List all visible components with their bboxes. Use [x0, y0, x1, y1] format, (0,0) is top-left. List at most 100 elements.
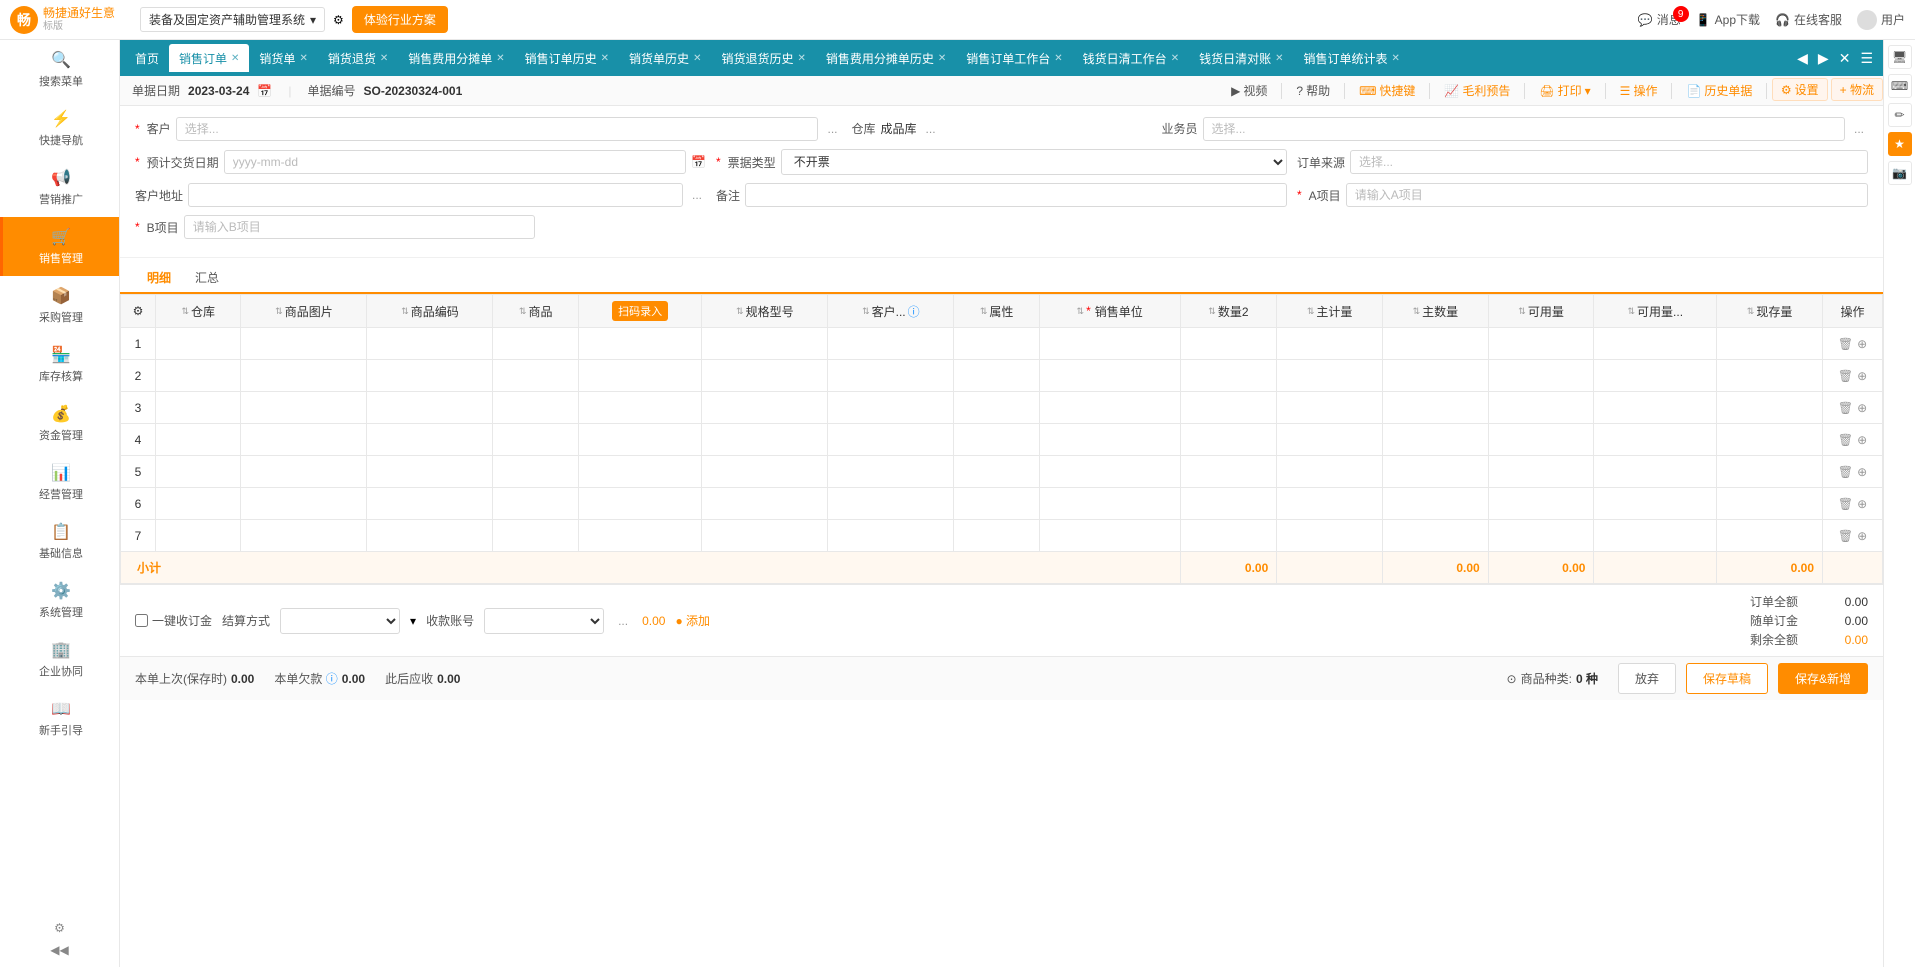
row-3-warehouse[interactable]	[156, 392, 241, 424]
row-3-sales-unit[interactable]	[1039, 392, 1180, 424]
row-1-customer-code[interactable]	[828, 328, 954, 360]
scan-input-btn[interactable]: 扫码录入	[612, 301, 668, 321]
th-settings[interactable]: ⚙	[121, 295, 156, 328]
float-btn-3[interactable]: ✏	[1888, 103, 1912, 127]
row-7-available2[interactable]	[1594, 520, 1717, 552]
row-2-warehouse[interactable]	[156, 360, 241, 392]
row-6-code[interactable]	[367, 488, 493, 520]
th-sales-unit[interactable]: ⇅ * 销售单位	[1039, 295, 1180, 328]
tab-next-btn[interactable]: ▶	[1813, 48, 1834, 69]
row-3-product[interactable]	[493, 392, 578, 424]
th-spec[interactable]: ⇅ 规格型号	[702, 295, 828, 328]
tab-cash-clear-workbench[interactable]: 钱货日清工作台 ✕	[1073, 44, 1189, 72]
row-2-delete-icon[interactable]: 🗑	[1838, 369, 1853, 383]
tab-summary[interactable]: 汇总	[183, 263, 231, 294]
row-4-attribute[interactable]	[954, 424, 1039, 456]
row-2-product[interactable]	[493, 360, 578, 392]
float-btn-5[interactable]: 📷	[1888, 161, 1912, 185]
row-6-current-stock[interactable]	[1717, 488, 1823, 520]
one-click-checkbox[interactable]	[135, 614, 148, 627]
save-draft-btn[interactable]: 保存草稿	[1686, 663, 1768, 694]
row-2-available[interactable]	[1488, 360, 1594, 392]
invoice-type-select[interactable]: 不开票	[781, 149, 1287, 175]
sidebar-collapse-btn[interactable]: ◀◀	[50, 943, 68, 957]
toolbar-view-btn[interactable]: ▶ 视频	[1231, 82, 1267, 99]
add-material-btn[interactable]: + 物流	[1831, 78, 1883, 101]
row-7-code[interactable]	[367, 520, 493, 552]
row-6-sales-unit[interactable]	[1039, 488, 1180, 520]
warehouse-more-btn[interactable]: ...	[922, 122, 940, 136]
row-4-spec[interactable]	[702, 424, 828, 456]
th-customer-code[interactable]: ⇅ 客户... ⓘ	[828, 295, 954, 328]
save-new-btn[interactable]: 保存&新增	[1778, 663, 1868, 694]
sidebar-item-operation[interactable]: 📊 经营管理	[0, 453, 119, 512]
toolbar-operation-btn[interactable]: ☰ 操作	[1620, 82, 1658, 99]
sidebar-item-system[interactable]: ⚙️ 系统管理	[0, 571, 119, 630]
row-2-copy-icon[interactable]: ⊕	[1857, 369, 1867, 383]
discard-btn[interactable]: 放弃	[1618, 663, 1676, 694]
tab-sales-fee-history[interactable]: 销售费用分摊单历史 ✕	[816, 44, 956, 72]
calendar-icon[interactable]: 📅	[257, 84, 272, 98]
toolbar-help-btn[interactable]: ? 帮助	[1296, 82, 1330, 99]
row-1-sales-unit[interactable]	[1039, 328, 1180, 360]
th-product-image[interactable]: ⇅ 商品图片	[241, 295, 367, 328]
tab-close-sales-return[interactable]: ✕	[380, 53, 388, 64]
tab-prev-btn[interactable]: ◀	[1792, 48, 1813, 69]
sidebar-item-guide[interactable]: 📖 新手引导	[0, 689, 119, 748]
row-2-available2[interactable]	[1594, 360, 1717, 392]
row-5-available2[interactable]	[1594, 456, 1717, 488]
tab-sales-order-stats[interactable]: 销售订单统计表 ✕	[1293, 44, 1409, 72]
row-7-customer-code[interactable]	[828, 520, 954, 552]
row-6-warehouse[interactable]	[156, 488, 241, 520]
row-3-code[interactable]	[367, 392, 493, 424]
tab-close-cash-clear-workbench[interactable]: ✕	[1171, 53, 1179, 64]
row-5-code[interactable]	[367, 456, 493, 488]
add-checkout-btn[interactable]: ● 添加	[675, 612, 710, 629]
sidebar-item-inventory[interactable]: 🏪 库存核算	[0, 335, 119, 394]
row-4-customer-code[interactable]	[828, 424, 954, 456]
sidebar-settings-icon[interactable]: ⚙	[54, 921, 65, 935]
address-more-btn[interactable]: ...	[688, 188, 706, 202]
tab-close-sales-invoice[interactable]: ✕	[299, 53, 307, 64]
row-7-quantity2[interactable]	[1180, 520, 1277, 552]
row-2-code[interactable]	[367, 360, 493, 392]
row-4-current-stock[interactable]	[1717, 424, 1823, 456]
th-main-quantity[interactable]: ⇅ 主数量	[1382, 295, 1488, 328]
row-4-delete-icon[interactable]: 🗑	[1838, 433, 1853, 447]
tab-cash-reconcile[interactable]: 钱货日清对账 ✕	[1189, 44, 1293, 72]
row-3-customer-code[interactable]	[828, 392, 954, 424]
row-4-main-quantity[interactable]	[1382, 424, 1488, 456]
toolbar-profit-btn[interactable]: 📈 毛利预告	[1444, 82, 1510, 99]
row-3-available[interactable]	[1488, 392, 1594, 424]
toolbar-history-btn[interactable]: 📄 历史单据	[1686, 82, 1752, 99]
row-3-attribute[interactable]	[954, 392, 1039, 424]
row-6-attribute[interactable]	[954, 488, 1039, 520]
row-2-main-unit[interactable]	[1277, 360, 1383, 392]
row-2-customer-code[interactable]	[828, 360, 954, 392]
row-6-available2[interactable]	[1594, 488, 1717, 520]
row-1-available2[interactable]	[1594, 328, 1717, 360]
row-4-main-unit[interactable]	[1277, 424, 1383, 456]
tab-close-sales-order[interactable]: ✕	[231, 53, 239, 64]
row-2-spec[interactable]	[702, 360, 828, 392]
th-product[interactable]: ⇅ 商品	[493, 295, 578, 328]
th-main-unit[interactable]: ⇅ 主计量	[1277, 295, 1383, 328]
customer-more-btn[interactable]: ...	[823, 122, 841, 136]
row-4-copy-icon[interactable]: ⊕	[1857, 433, 1867, 447]
row-6-product[interactable]	[493, 488, 578, 520]
sidebar-item-purchase[interactable]: 📦 采购管理	[0, 276, 119, 335]
row-5-warehouse[interactable]	[156, 456, 241, 488]
row-5-customer-code[interactable]	[828, 456, 954, 488]
delivery-date-input[interactable]	[224, 150, 686, 174]
float-btn-2[interactable]: ⌨	[1888, 74, 1912, 98]
row-1-main-quantity[interactable]	[1382, 328, 1488, 360]
tab-sales-order[interactable]: 销售订单 ✕	[169, 44, 249, 72]
row-1-current-stock[interactable]	[1717, 328, 1823, 360]
remarks-input[interactable]	[745, 183, 1287, 207]
row-3-available2[interactable]	[1594, 392, 1717, 424]
row-6-delete-icon[interactable]: 🗑	[1838, 497, 1853, 511]
tab-close-cash-reconcile[interactable]: ✕	[1275, 53, 1283, 64]
row-7-delete-icon[interactable]: 🗑	[1838, 529, 1853, 543]
staff-input[interactable]	[1203, 117, 1845, 141]
tab-close-sales-return-history[interactable]: ✕	[797, 53, 805, 64]
